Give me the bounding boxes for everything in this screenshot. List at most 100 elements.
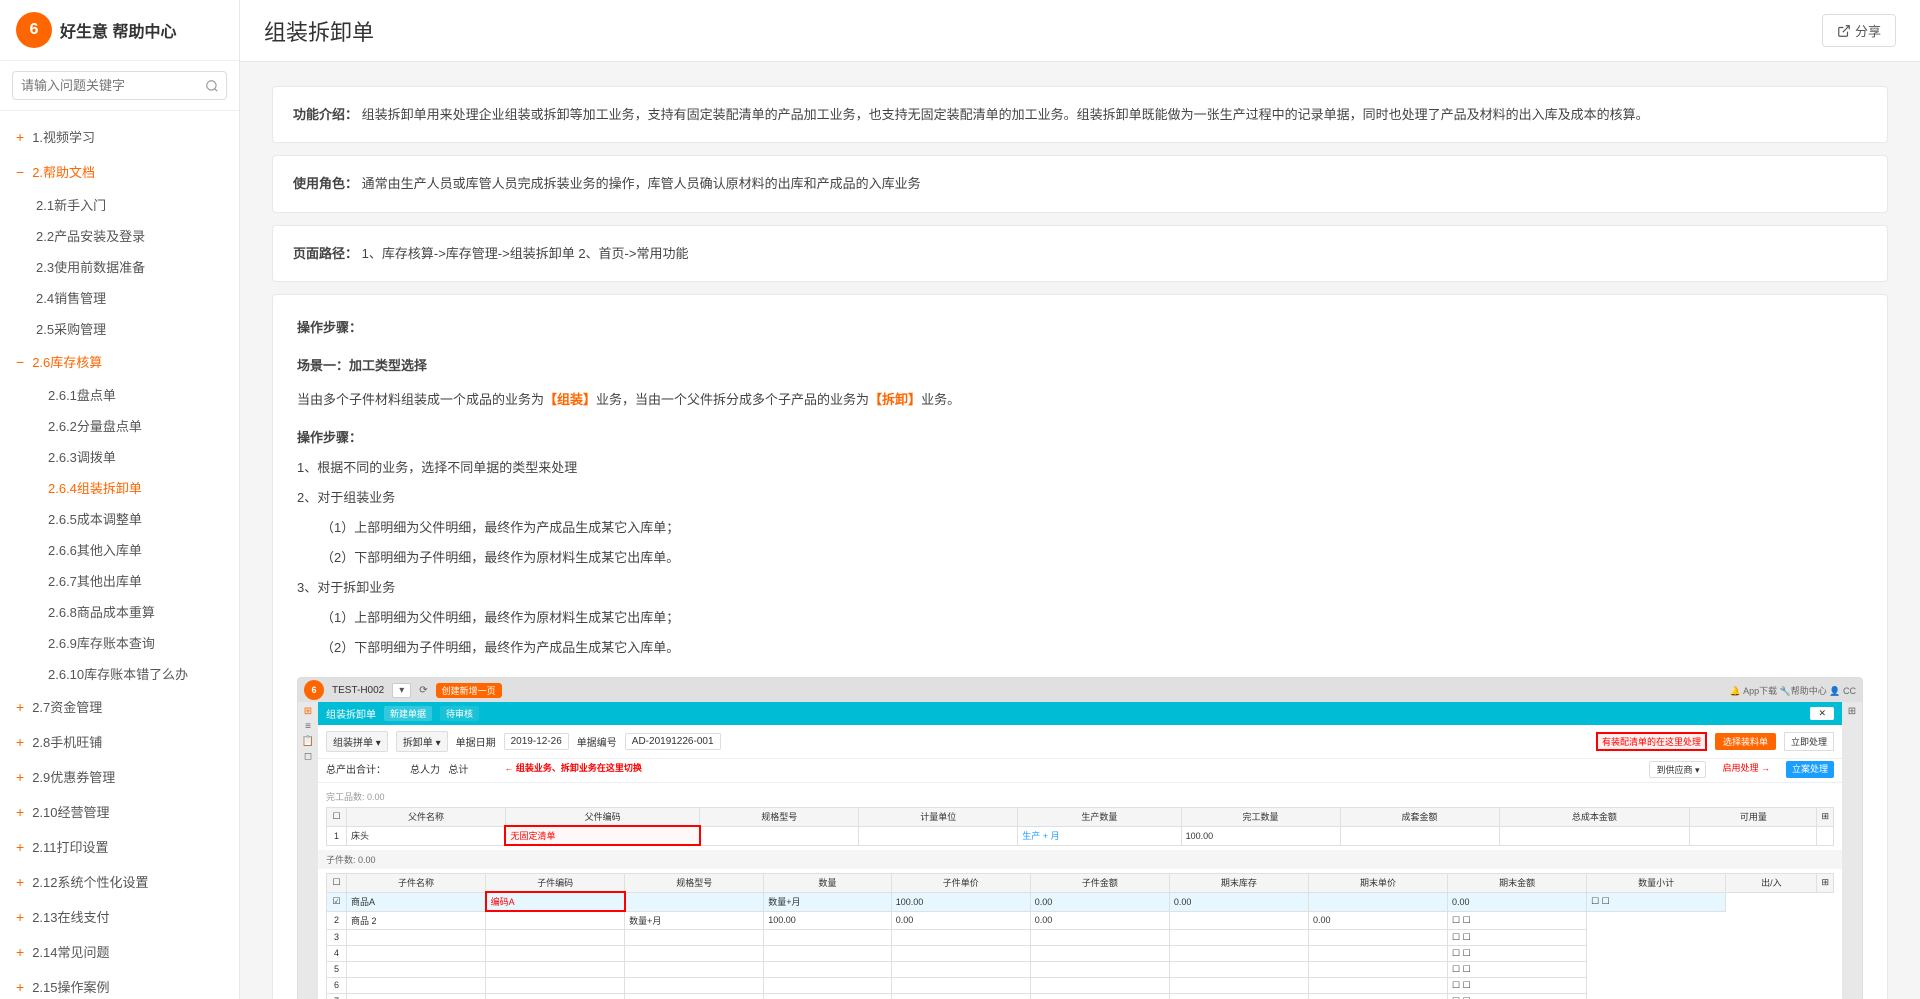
- sidebar-item-2-6-1[interactable]: 2.6.1盘点单: [0, 379, 239, 410]
- sim-annotation-row: 总产出合计： 总人力 总计 ← 组装业务、拆卸业务在这里切换 到供应商 ▾ 启用…: [318, 759, 1842, 783]
- sidebar-item-2-8-label: 2.8手机旺铺: [32, 732, 102, 751]
- sidebar-item-2-11[interactable]: + 2.11打印设置: [0, 829, 239, 864]
- sidebar-item-2-6-8[interactable]: 2.6.8商品成本重算: [0, 596, 239, 627]
- sim-bth-4: 数量: [764, 874, 891, 893]
- search-box: [0, 61, 239, 111]
- sidebar-item-2-6-3[interactable]: 2.6.3调拨单: [0, 441, 239, 472]
- sidebar-item-2-6-4[interactable]: 2.6.4组装拆卸单: [0, 472, 239, 503]
- sim-icon-3: ◻: [304, 751, 312, 762]
- sidebar-item-1-label: 1.视频学习: [32, 127, 95, 146]
- app-title: 好生意 帮助中心: [60, 18, 176, 42]
- sim-th-p3: 规格型号: [700, 808, 859, 827]
- share-button[interactable]: 分享: [1822, 14, 1896, 47]
- sidebar-item-2-6[interactable]: − 2.6库存核算: [0, 344, 239, 379]
- sim-date-label: 单据日期: [456, 734, 496, 749]
- sim-th-p5: 生产数量: [1018, 808, 1181, 827]
- sidebar-item-2-12-label: 2.12系统个性化设置: [32, 872, 148, 891]
- scenario1-desc: 当由多个子件材料组装成一个成品的业务为【组装】业务，当由一个父件拆分成多个子产品…: [297, 387, 1863, 413]
- sim-divider: 子件数: 0.00: [318, 850, 1842, 869]
- sidebar-item-2-3[interactable]: 2.3使用前数据准备: [0, 251, 239, 282]
- sidebar-item-2-5[interactable]: 2.5采购管理: [0, 313, 239, 344]
- sim-icons-right: 🔔 App下载 🔧帮助中心 👤 CC: [1730, 684, 1856, 697]
- sidebar-item-2-6-9[interactable]: 2.6.9库存账本查询: [0, 627, 239, 658]
- sidebar-item-2-6-5[interactable]: 2.6.5成本调整单: [0, 503, 239, 534]
- page-title: 组装拆卸单: [264, 15, 374, 47]
- sim-table-top-area: 完工品数: 0.00 ☐ 父件名称 父件编码 规格型号 计量单位: [318, 783, 1842, 850]
- sim-date-field: 2019-12-26: [504, 733, 569, 750]
- content-area: 功能介绍： 组装拆卸单用来处理企业组装或拆卸等加工业务，支持有固定装配清单的产品…: [240, 62, 1920, 999]
- ops-steps-label: 操作步骤：: [297, 315, 1863, 341]
- sidebar-item-2-15-label: 2.15操作案例: [32, 977, 109, 996]
- sim-th-p8: 总成本金额: [1499, 808, 1690, 827]
- sidebar-header: 6 好生意 帮助中心: [0, 0, 239, 61]
- sidebar-item-2-15[interactable]: + 2.15操作案例: [0, 969, 239, 999]
- sidebar-item-2-9[interactable]: + 2.9优惠券管理: [0, 759, 239, 794]
- sidebar-item-2-7[interactable]: + 2.7资金管理: [0, 689, 239, 724]
- sim-bottom-row-1: ☑ 商品A 编码A 数量+月 100.00 0.00 0.00: [327, 892, 1834, 911]
- sim-icon-home: ⊞: [304, 706, 312, 717]
- sim-action-btn: 立即处理: [1784, 732, 1834, 751]
- sim-bottom-row-7: 7 ☐ ☐: [327, 993, 1834, 999]
- search-wrap: [12, 71, 227, 100]
- minus-icon-2: −: [16, 164, 24, 180]
- sidebar-item-2-4[interactable]: 2.4销售管理: [0, 282, 239, 313]
- sim-bottom-row-2: 2 商品 2 数量+月 100.00 0.00 0.00 0.00: [327, 911, 1834, 929]
- sim-warehouse-select: 到供应商 ▾: [1649, 761, 1706, 778]
- main-header: 组装拆卸单 分享: [240, 0, 1920, 62]
- plus-icon-2-11: +: [16, 839, 24, 855]
- sidebar-item-2-10[interactable]: + 2.10经营管理: [0, 794, 239, 829]
- ops-steps-label2: 操作步骤：: [297, 425, 1863, 451]
- sim-refresh: ⟳: [419, 685, 427, 696]
- sim-th-ops: ⊞: [1817, 808, 1834, 827]
- sim-id: TEST-H002: [332, 685, 384, 696]
- sim-bottom-table: ☐ 子件名称 子件编码 规格型号 数量 子件单价 子件金额 期末库存 期末单价: [326, 873, 1834, 999]
- sim-bth-1: 子件名称: [347, 874, 486, 893]
- sim-code-label: 单据编号: [577, 734, 617, 749]
- step2-1: （1）上部明细为父件明细，最终作为产成品生成某它入库单；: [321, 515, 1863, 541]
- screenshot-topbar: 6 TEST-H002 ▾ ⟳ 创建新增一页 🔔 App下载 🔧帮助中心 👤 C…: [298, 678, 1862, 702]
- sim-bth-11: 出/入: [1726, 874, 1817, 893]
- sidebar-item-2-10-label: 2.10经营管理: [32, 802, 109, 821]
- step3-2: （2）下部明细为子件明细，最终作为产成品生成某它入库单。: [321, 635, 1863, 661]
- plus-icon-2-15: +: [16, 979, 24, 995]
- sim-bth-10: 数量小计: [1587, 874, 1726, 893]
- sidebar-item-2-6-10[interactable]: 2.6.10库存账本错了么办: [0, 658, 239, 689]
- sidebar-item-2-8[interactable]: + 2.8手机旺铺: [0, 724, 239, 759]
- sidebar-item-2[interactable]: − 2.帮助文档: [0, 154, 239, 189]
- sim-child-label: 子件数: 0.00: [326, 853, 376, 866]
- sidebar-item-2-2[interactable]: 2.2产品安装及登录: [0, 220, 239, 251]
- sidebar-item-1[interactable]: + 1.视频学习: [0, 119, 239, 154]
- sim-bottom-row-3: 3 ☐ ☐: [327, 929, 1834, 945]
- sim-bth-9: 期末金额: [1448, 874, 1587, 893]
- sim-bottom-row-4: 4 ☐ ☐: [327, 945, 1834, 961]
- sim-table-label-top: 完工品数: 0.00: [326, 792, 385, 802]
- sidebar: 6 好生意 帮助中心 + 1.视频学习 − 2.帮助文档 2.1新手入门 2.2…: [0, 0, 240, 999]
- app-logo: 6: [16, 12, 52, 48]
- sim-close-btn: ✕: [1810, 707, 1834, 720]
- sidebar-item-2-1[interactable]: 2.1新手入门: [0, 189, 239, 220]
- sidebar-item-2-6-7[interactable]: 2.6.7其他出库单: [0, 565, 239, 596]
- plus-icon-2-7: +: [16, 699, 24, 715]
- sim-header-bar: 组装拆卸单 新建单据 待审核 ✕: [318, 702, 1842, 725]
- sidebar-item-2-6-2[interactable]: 2.6.2分量盘点单: [0, 410, 239, 441]
- path-text: 1、库存核算->库存管理->组装拆卸单 2、首页->常用功能: [362, 246, 689, 261]
- sim-bth-8: 期末单价: [1308, 874, 1447, 893]
- sim-icon-1: ≡: [305, 721, 311, 732]
- sidebar-item-2-12[interactable]: + 2.12系统个性化设置: [0, 864, 239, 899]
- sim-annotation-enable: 启用处理 →: [1722, 761, 1770, 778]
- sim-form-title: 组装拆卸单: [326, 706, 376, 721]
- plus-icon-2-12: +: [16, 874, 24, 890]
- sidebar-item-2-13[interactable]: + 2.13在线支付: [0, 899, 239, 934]
- minus-icon-2-6: −: [16, 354, 24, 370]
- sidebar-item-2-14[interactable]: + 2.14常见问题: [0, 934, 239, 969]
- sim-enable-btn: 立案处理: [1786, 761, 1834, 778]
- sim-select-bom-btn: 选择装料单: [1715, 733, 1776, 750]
- sidebar-item-2-6-6[interactable]: 2.6.6其他入库单: [0, 534, 239, 565]
- share-icon: [1837, 24, 1851, 38]
- sim-annotation-switch: ← 组装业务、拆卸业务在这里切换: [504, 761, 642, 778]
- search-input[interactable]: [12, 71, 227, 100]
- sim-dropdown: ▾: [392, 683, 411, 698]
- sim-type-select: 组装拼单 ▾: [326, 731, 388, 752]
- sim-table-bottom-area: ☐ 子件名称 子件编码 规格型号 数量 子件单价 子件金额 期末库存 期末单价: [318, 869, 1842, 999]
- search-icon: [205, 79, 219, 93]
